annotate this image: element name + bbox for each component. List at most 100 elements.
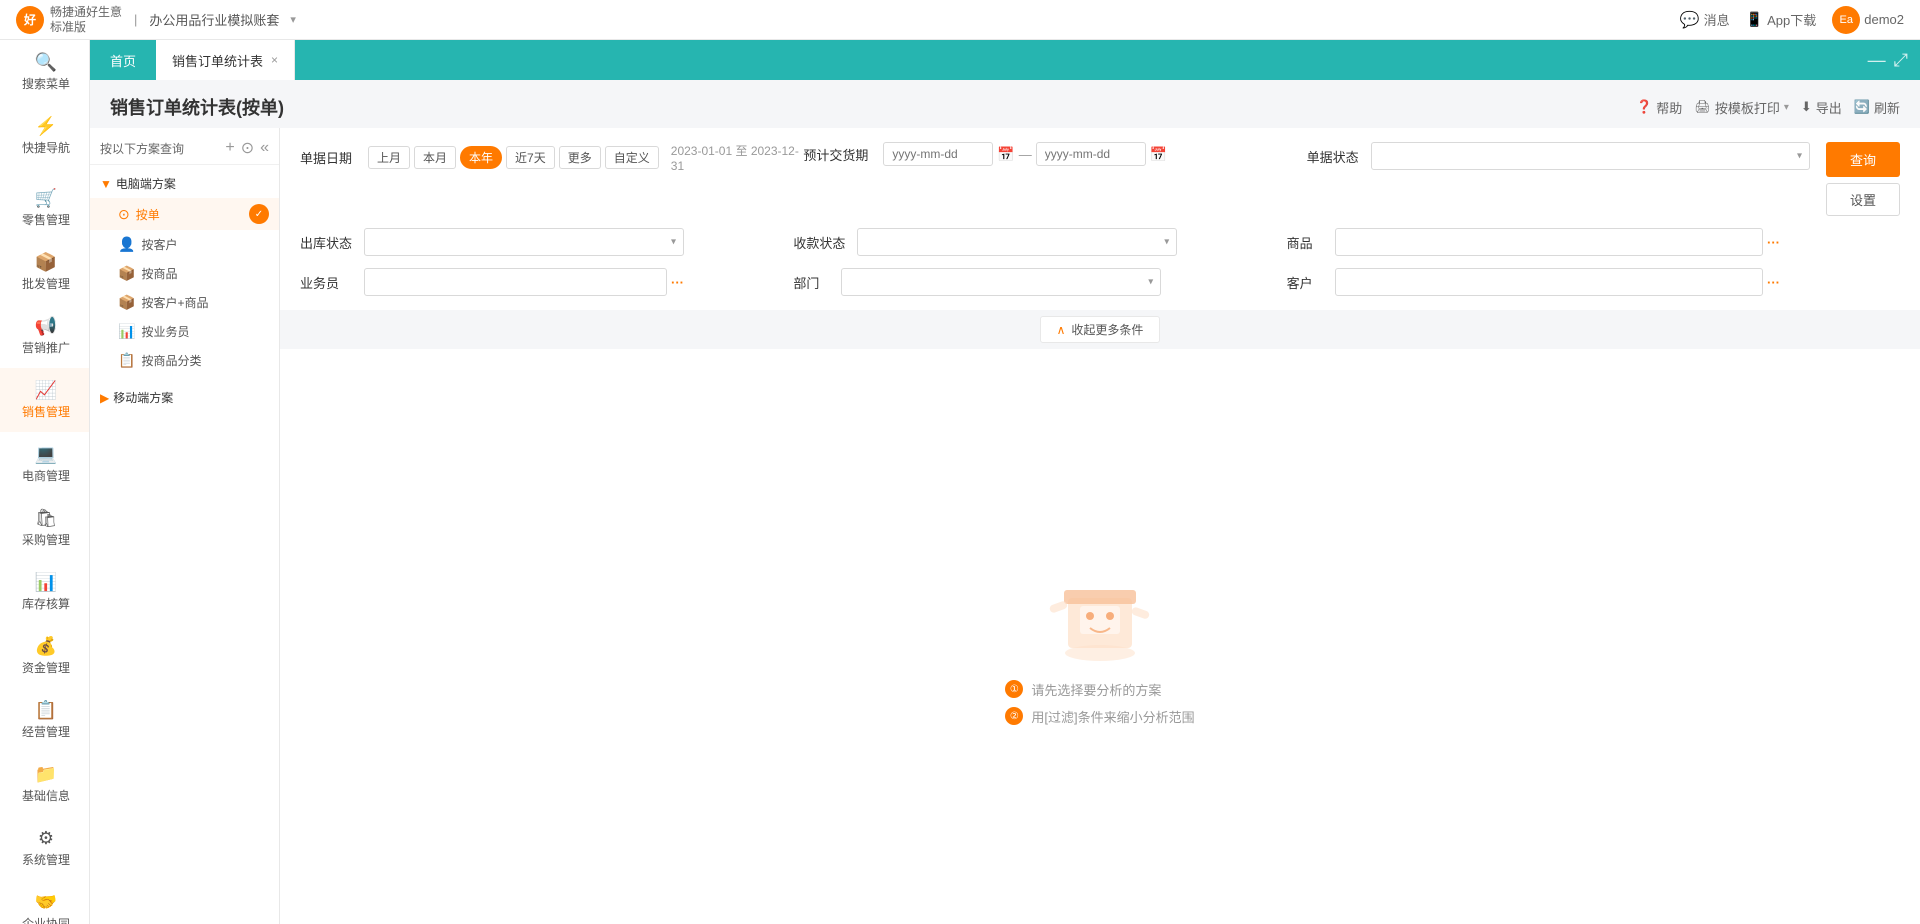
sidebar-item-enterprise[interactable]: 🤝 企业协同 (0, 880, 89, 924)
customer-label: 客户 (1287, 273, 1327, 292)
search-menu-icon: 🔍 (7, 52, 85, 73)
purchase-icon: 🛍 (7, 508, 85, 529)
empty-illustration (1040, 548, 1160, 668)
user-name: demo2 (1864, 12, 1904, 27)
bill-status-select-wrap: ▾ (1371, 142, 1810, 170)
department-wrap: ▾ (841, 268, 1161, 296)
btn-this-year[interactable]: 本年 (460, 146, 502, 169)
lp-add-btn[interactable]: + (225, 139, 234, 157)
sidebar-item-inventory[interactable]: 📊 库存核算 (0, 560, 89, 624)
scheme-item-by-salesperson[interactable]: 📊 按业务员 (90, 317, 279, 346)
collapse-bar-area: ∧ 收起更多条件 (280, 310, 1920, 349)
app-download-btn[interactable]: 📱 App下载 (1746, 10, 1817, 29)
salesperson-more-btn[interactable]: ··· (671, 275, 684, 290)
help-icon: ❓ (1636, 99, 1652, 115)
logo-area: 好 畅捷通好生意 标准版 (16, 5, 122, 34)
date-start-input[interactable] (883, 142, 993, 166)
btn-more-date[interactable]: 更多 (559, 146, 601, 169)
lp-collapse-btn[interactable]: « (260, 139, 269, 157)
btn-this-month[interactable]: 本月 (414, 146, 456, 169)
date-quick-btns: 上月 本月 本年 近7天 更多 自定义 (368, 146, 659, 169)
settings-button[interactable]: 设置 (1826, 183, 1900, 216)
scheme-group-arrow-mobile: ▶ (100, 391, 109, 405)
scheme-item-by-category[interactable]: 📋 按商品分类 (90, 346, 279, 375)
filter-card: 单据日期 上月 本月 本年 近7天 更多 自定义 (280, 128, 1920, 310)
refresh-btn[interactable]: 🔄 刷新 (1854, 98, 1900, 117)
print-btn[interactable]: 🖨 按模板打印 ▾ (1694, 98, 1789, 117)
avatar: Ea (1832, 6, 1860, 34)
tab-minimize-btn[interactable]: — (1868, 50, 1886, 71)
top-title-dropdown[interactable]: ▾ (290, 13, 296, 26)
tab-active[interactable]: 销售订单统计表 × (156, 40, 295, 80)
sidebar-item-ecommerce[interactable]: 💻 电商管理 (0, 432, 89, 496)
sidebar-item-finance[interactable]: 💰 资金管理 (0, 624, 89, 688)
btn-last-month[interactable]: 上月 (368, 146, 410, 169)
print-dropdown-icon[interactable]: ▾ (1784, 102, 1789, 113)
scheme-icon-by-cat: 📋 (118, 352, 135, 369)
sidebar-item-marketing[interactable]: 📢 营销推广 (0, 304, 89, 368)
help-btn[interactable]: ❓ 帮助 (1636, 98, 1682, 117)
sidebar-item-purchase[interactable]: 🛍 采购管理 (0, 496, 89, 560)
retail-icon: 🛒 (7, 188, 85, 209)
sidebar-item-system[interactable]: ⚙ 系统管理 (0, 816, 89, 880)
department-select[interactable] (841, 268, 1161, 296)
scheme-item-by-customer[interactable]: 👤 按客户 (90, 230, 279, 259)
sidebar-item-sales[interactable]: 📈 销售管理 (0, 368, 89, 432)
goods-more-btn[interactable]: ··· (1767, 235, 1780, 250)
message-icon: 💬 (1680, 10, 1700, 30)
calendar-icon-end[interactable]: 📅 (1150, 146, 1167, 163)
query-button[interactable]: 查询 (1826, 142, 1900, 177)
message-btn[interactable]: 💬 消息 (1680, 10, 1730, 30)
sidebar-item-wholesale[interactable]: 📦 批发管理 (0, 240, 89, 304)
salesperson-input-wrap: ··· (364, 268, 684, 296)
lp-settings-btn[interactable]: ⊙ (241, 138, 254, 158)
scheme-item-by-customer-product[interactable]: 📦 按客户+商品 (90, 288, 279, 317)
empty-text: ① 请先选择要分析的方案 ② 用[过滤]条件来缩小分析范围 (1005, 680, 1194, 726)
content-area: 首页 销售订单统计表 × — ⤢ 销售订单统计表(按单) (90, 40, 1920, 924)
wholesale-icon: 📦 (7, 252, 85, 273)
sidebar-item-search-menu[interactable]: 🔍 搜索菜单 (0, 40, 89, 104)
goods-input[interactable] (1335, 228, 1763, 256)
collection-status-select[interactable] (857, 228, 1177, 256)
btn-last-7-days[interactable]: 近7天 (506, 146, 555, 169)
query-btn-area: 查询 设置 (1810, 142, 1900, 216)
filter-expected-date-block: 预计交货期 📅 — 📅 (803, 142, 1306, 166)
collapse-bar-btn[interactable]: ∧ 收起更多条件 (1040, 316, 1161, 343)
user-area[interactable]: Ea demo2 (1832, 6, 1904, 34)
scheme-icon-by-sp: 📊 (118, 323, 135, 340)
scheme-group-pc: ▼ 电脑端方案 ⊙ 按单 ✓ 👤 按客户 (90, 165, 279, 379)
scheme-item-by-product[interactable]: 📦 按商品 (90, 259, 279, 288)
delivery-status-label: 出库状态 (300, 233, 356, 252)
calendar-icon-start[interactable]: 📅 (997, 146, 1014, 163)
sidebar-item-operation[interactable]: 📋 经营管理 (0, 688, 89, 752)
sidebar-item-retail[interactable]: 🛒 零售管理 (0, 176, 89, 240)
date-input-group: 📅 — 📅 (883, 142, 1167, 166)
collection-status-label: 收款状态 (793, 233, 849, 252)
left-panel-header: 按以下方案查询 + ⊙ « (90, 128, 279, 165)
scheme-item-by-order[interactable]: ⊙ 按单 ✓ (90, 198, 279, 230)
scheme-group-mobile: ▶ 移动端方案 (90, 379, 279, 416)
date-label: 单据日期 (300, 148, 360, 167)
sidebar-item-quick-nav[interactable]: ⚡ 快捷导航 (0, 104, 89, 168)
tab-home[interactable]: 首页 (90, 40, 156, 80)
marketing-icon: 📢 (7, 316, 85, 337)
scheme-group-header-mobile[interactable]: ▶ 移动端方案 (90, 383, 279, 412)
filter-row-2: 出库状态 ▾ 收款状态 (300, 228, 1900, 256)
salesperson-input[interactable] (364, 268, 667, 296)
customer-input[interactable] (1335, 268, 1763, 296)
customer-more-btn[interactable]: ··· (1767, 275, 1780, 290)
page-actions: ❓ 帮助 🖨 按模板打印 ▾ ⬇ 导出 🔄 (1636, 98, 1900, 117)
delivery-status-select[interactable] (364, 228, 684, 256)
sidebar-item-basic[interactable]: 📁 基础信息 (0, 752, 89, 816)
bill-status-select[interactable] (1371, 142, 1810, 170)
btn-custom-date[interactable]: 自定义 (605, 146, 659, 169)
left-panel-actions: + ⊙ « (225, 138, 269, 158)
ecommerce-icon: 💻 (7, 444, 85, 465)
tab-close-btn[interactable]: × (271, 53, 278, 67)
tab-maximize-btn[interactable]: ⤢ (1894, 50, 1908, 71)
salesperson-label: 业务员 (300, 273, 356, 292)
export-btn[interactable]: ⬇ 导出 (1801, 98, 1842, 117)
scheme-group-header-pc[interactable]: ▼ 电脑端方案 (90, 169, 279, 198)
date-end-input[interactable] (1036, 142, 1146, 166)
left-panel-title: 按以下方案查询 (100, 140, 184, 157)
